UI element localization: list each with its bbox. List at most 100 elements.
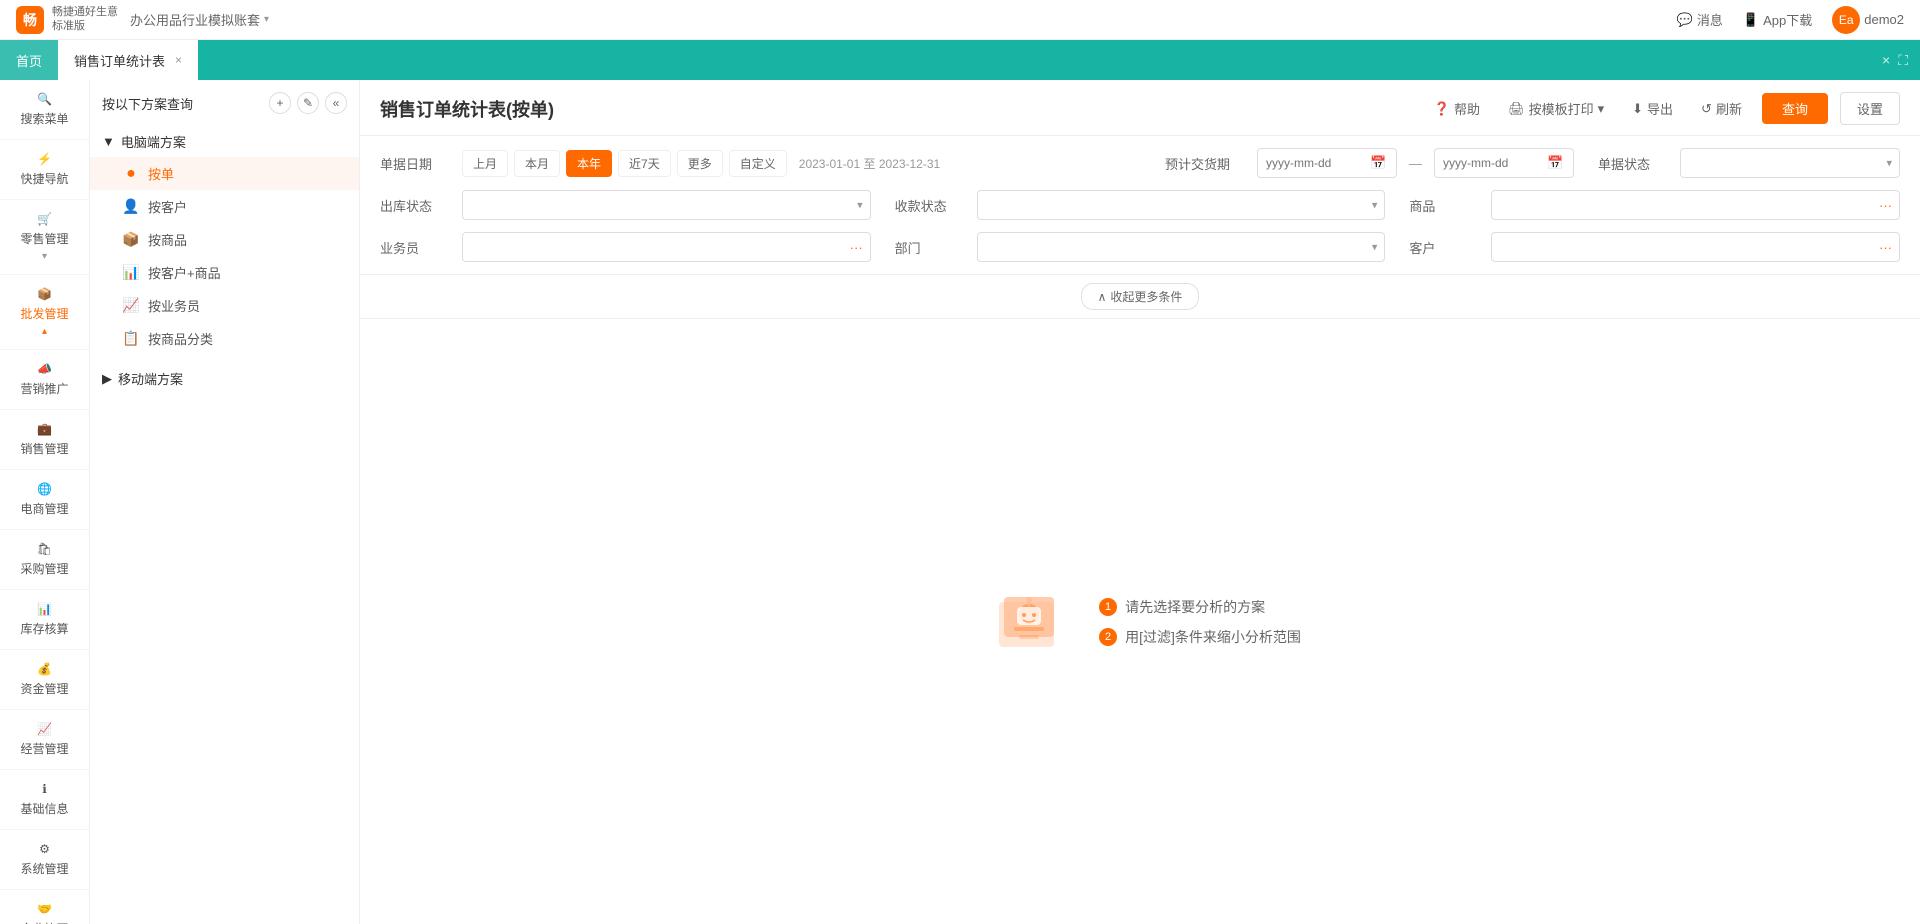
expected-delivery-end-input[interactable] <box>1443 156 1543 170</box>
tip-text-1: 请先选择要分析的方案 <box>1125 597 1265 617</box>
date-separator: — <box>1409 156 1422 171</box>
refresh-label: 刷新 <box>1716 99 1742 118</box>
sidebar-label-inventory: 库存核算 <box>20 620 68 637</box>
help-label: 帮助 <box>1454 99 1480 118</box>
shipment-status-select[interactable] <box>462 190 871 220</box>
basic-icon: ℹ <box>42 782 47 796</box>
sales-icon: 💼 <box>37 422 52 436</box>
date-btn-this-month[interactable]: 本月 <box>514 150 560 177</box>
collapse-icon: ∧ <box>1098 290 1107 304</box>
sidebar-item-inventory[interactable]: 📊 库存核算 <box>0 590 89 650</box>
scheme-by-goods[interactable]: 📦 按商品 <box>90 223 359 256</box>
tab-bar-actions: × ⛶ <box>1870 40 1920 80</box>
scheme-by-category-label: 按商品分类 <box>148 329 213 348</box>
edit-scheme-button[interactable]: ✎ <box>297 92 319 114</box>
date-btn-more[interactable]: 更多 <box>677 150 723 177</box>
salesman-input[interactable] <box>462 232 871 262</box>
settings-button[interactable]: 设置 <box>1840 92 1900 125</box>
ecommerce-icon: 🌐 <box>37 482 52 496</box>
customer-input[interactable] <box>1491 232 1900 262</box>
pc-section-arrow: ▼ <box>102 134 115 149</box>
operation-icon: 📈 <box>37 722 52 736</box>
expected-delivery-end[interactable]: 📅 <box>1434 148 1574 178</box>
query-button[interactable]: 查询 <box>1762 93 1828 124</box>
date-btn-custom[interactable]: 自定义 <box>729 150 787 177</box>
salesman-more-icon[interactable]: ··· <box>850 240 863 255</box>
content-area: 按以下方案查询 + ✎ « ▼ 电脑端方案 ● 按单 👤 <box>90 80 1920 924</box>
add-scheme-button[interactable]: + <box>269 92 291 114</box>
sidebar-item-sales[interactable]: 💼 销售管理 <box>0 410 89 470</box>
app-title[interactable]: 办公用品行业模拟账套 ▾ <box>130 10 269 29</box>
collapse-more-btn[interactable]: ∧ 收起更多条件 <box>360 275 1920 319</box>
filter-panel: 按以下方案查询 + ✎ « ▼ 电脑端方案 ● 按单 👤 <box>90 80 360 924</box>
top-bar-right: 💬 消息 📱 App下载 Ea demo2 <box>1677 6 1904 34</box>
tab-sales-order-stats[interactable]: 销售订单统计表 × <box>58 40 198 80</box>
app-download-button[interactable]: 📱 App下载 <box>1743 10 1812 29</box>
scheme-by-order[interactable]: ● 按单 <box>90 157 359 190</box>
status-select[interactable] <box>1680 148 1900 178</box>
status-label: 单据状态 <box>1598 154 1668 173</box>
logo-icon: 畅 <box>16 6 44 34</box>
expand-arrow-wholesale: ▴ <box>42 326 47 337</box>
report-area: 销售订单统计表(按单) ❓ 帮助 🖨 按模板打印 ▾ ⬇ 导出 <box>360 80 1920 924</box>
message-button[interactable]: 💬 消息 <box>1677 10 1723 29</box>
window-close-icon[interactable]: × <box>1882 52 1890 68</box>
sidebar-label-finance: 资金管理 <box>20 680 68 697</box>
scheme-by-customer-goods[interactable]: 📊 按客户+商品 <box>90 256 359 289</box>
sidebar-item-marketing[interactable]: 📣 营销推广 <box>0 350 89 410</box>
sidebar-item-system[interactable]: ⚙ 系统管理 <box>0 830 89 890</box>
customer-label: 客户 <box>1409 238 1479 257</box>
goods-input[interactable] <box>1491 190 1900 220</box>
mobile-section-title[interactable]: ▶ 移动端方案 <box>90 363 359 394</box>
report-title: 销售订单统计表(按单) <box>380 96 554 122</box>
user-profile[interactable]: Ea demo2 <box>1832 6 1904 34</box>
scheme-by-salesman[interactable]: 📈 按业务员 <box>90 289 359 322</box>
date-btn-last-month[interactable]: 上月 <box>462 150 508 177</box>
sidebar-label-system: 系统管理 <box>20 860 68 877</box>
scheme-by-salesman-icon: 📈 <box>122 297 140 314</box>
tab-home[interactable]: 首页 <box>0 40 58 80</box>
payment-status-select[interactable] <box>977 190 1386 220</box>
app-download-icon: 📱 <box>1743 12 1759 28</box>
goods-more-icon[interactable]: ··· <box>1879 198 1892 213</box>
export-button[interactable]: ⬇ 导出 <box>1624 95 1681 122</box>
scheme-by-customer[interactable]: 👤 按客户 <box>90 190 359 223</box>
logo-text: 畅捷通好生意 标准版 <box>52 6 118 32</box>
dept-select[interactable] <box>977 232 1386 262</box>
help-button[interactable]: ❓ 帮助 <box>1426 95 1488 122</box>
pc-section-title[interactable]: ▼ 电脑端方案 <box>90 126 359 157</box>
sidebar-label-purchase: 采购管理 <box>20 560 68 577</box>
tab-close-icon[interactable]: × <box>175 53 182 67</box>
payment-status-select-wrap: ▾ <box>977 190 1386 220</box>
message-icon: 💬 <box>1677 12 1693 28</box>
app-download-label: App下载 <box>1763 10 1812 29</box>
scheme-by-category[interactable]: 📋 按商品分类 <box>90 322 359 355</box>
template-print-button[interactable]: 🖨 按模板打印 ▾ <box>1500 95 1612 122</box>
date-label: 单据日期 <box>380 154 450 173</box>
sidebar-item-basic[interactable]: ℹ 基础信息 <box>0 770 89 830</box>
mobile-schemes-section: ▶ 移动端方案 <box>90 359 359 398</box>
sidebar-item-enterprise[interactable]: 🤝 企业协同 <box>0 890 89 924</box>
expected-delivery-start[interactable]: 📅 <box>1257 148 1397 178</box>
sidebar-item-finance[interactable]: 💰 资金管理 <box>0 650 89 710</box>
purchase-icon: 🛍 <box>37 542 52 556</box>
export-label: 导出 <box>1647 99 1673 118</box>
sidebar-search[interactable]: 🔍 搜索菜单 <box>0 80 89 140</box>
refresh-button[interactable]: ↺ 刷新 <box>1693 95 1750 122</box>
customer-more-icon[interactable]: ··· <box>1879 240 1892 255</box>
sidebar-quicknav[interactable]: ⚡ 快捷导航 <box>0 140 89 200</box>
date-btn-last7days[interactable]: 近7天 <box>618 150 671 177</box>
sidebar-item-wholesale[interactable]: 📦 批发管理 ▴ <box>0 275 89 350</box>
sidebar-item-retail[interactable]: 🛒 零售管理 ▾ <box>0 200 89 275</box>
sidebar-item-operation[interactable]: 📈 经营管理 <box>0 710 89 770</box>
date-btn-this-year[interactable]: 本年 <box>566 150 612 177</box>
sidebar-item-ecommerce[interactable]: 🌐 电商管理 <box>0 470 89 530</box>
sidebar-item-purchase[interactable]: 🛍 采购管理 <box>0 530 89 590</box>
export-icon: ⬇ <box>1632 101 1643 117</box>
template-print-label: 按模板打印 <box>1529 99 1594 118</box>
status-select-wrap: ▾ <box>1680 148 1900 178</box>
collapse-panel-button[interactable]: « <box>325 92 347 114</box>
window-expand-icon[interactable]: ⛶ <box>1898 52 1908 69</box>
user-name: demo2 <box>1864 12 1904 27</box>
expected-delivery-start-input[interactable] <box>1266 156 1366 170</box>
